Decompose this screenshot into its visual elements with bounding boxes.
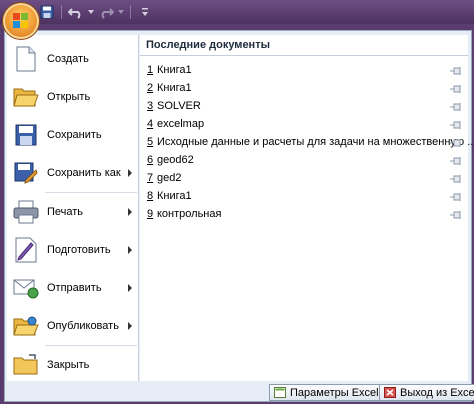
menu-item-label: Закрыть xyxy=(47,359,90,371)
excel-options-button[interactable]: Параметры Excel xyxy=(269,384,385,401)
printer-icon xyxy=(13,199,39,225)
recent-document-number: 8 xyxy=(147,190,154,202)
recent-document-item[interactable]: 2 Книга1 xyxy=(140,79,468,97)
recent-document-item[interactable]: 5 Исходные данные и расчеты для задачи на… xyxy=(140,133,474,151)
recent-document-number: 5 xyxy=(147,136,154,148)
recent-document-item[interactable]: 3 SOLVER xyxy=(140,97,468,115)
pin-icon[interactable] xyxy=(450,138,462,147)
menu-separator xyxy=(45,192,137,193)
pin-icon[interactable] xyxy=(450,102,462,111)
recent-document-name: ged2 xyxy=(157,172,182,184)
recent-document-number: 1 xyxy=(147,64,154,76)
office-menu: Создать Открыть Сохранить Сохранить как xyxy=(4,30,474,402)
title-bar xyxy=(0,0,474,24)
menu-item-label: Сохранить xyxy=(47,129,102,141)
send-icon xyxy=(13,275,39,301)
menu-item-save[interactable]: Сохранить xyxy=(7,117,138,153)
pin-icon[interactable] xyxy=(450,156,462,165)
recent-document-item[interactable]: 8 Книга1 xyxy=(140,187,468,205)
submenu-arrow-icon xyxy=(128,208,132,216)
pin-icon[interactable] xyxy=(450,84,462,93)
pin-icon[interactable] xyxy=(450,210,462,219)
submenu-arrow-icon xyxy=(128,284,132,292)
recent-document-number: 3 xyxy=(147,100,154,112)
menu-commands: Создать Открыть Сохранить Сохранить как xyxy=(7,35,139,381)
exit-excel-button[interactable]: Выход из Excel xyxy=(379,384,474,401)
menu-footer: Параметры Excel Выход из Excel xyxy=(5,383,474,401)
menu-item-label: Подготовить xyxy=(47,244,111,256)
prepare-icon xyxy=(13,237,39,263)
menu-item-label: Отправить xyxy=(47,282,102,294)
menu-item-label: Опубликовать xyxy=(47,320,119,332)
excel-options-label: Параметры Excel xyxy=(290,386,379,399)
recent-document-item[interactable]: 6 geod62 xyxy=(140,151,468,169)
office-button[interactable] xyxy=(2,2,40,40)
open-folder-icon xyxy=(13,84,39,110)
save-icon xyxy=(13,122,39,148)
menu-item-prepare[interactable]: Подготовить xyxy=(7,232,138,268)
submenu-arrow-icon xyxy=(128,246,132,254)
recent-documents-title: Последние документы xyxy=(146,39,270,51)
menu-item-print[interactable]: Печать xyxy=(7,194,138,230)
office-logo-icon xyxy=(13,13,28,28)
recent-document-number: 6 xyxy=(147,154,154,166)
menu-item-save-as[interactable]: Сохранить как xyxy=(7,155,138,191)
menu-item-label: Печать xyxy=(47,206,84,218)
save-as-icon xyxy=(13,160,39,186)
close-folder-icon xyxy=(13,352,39,378)
menu-item-publish[interactable]: Опубликовать xyxy=(7,308,138,344)
redo-dropdown-icon[interactable] xyxy=(117,3,125,21)
recent-document-name: Книга1 xyxy=(157,82,192,94)
customize-icon[interactable] xyxy=(136,3,154,21)
pin-icon[interactable] xyxy=(450,66,462,75)
menu-item-new[interactable]: Создать xyxy=(7,41,138,77)
menu-item-label: Открыть xyxy=(47,91,91,103)
menu-item-open[interactable]: Открыть xyxy=(7,79,138,115)
recent-document-name: geod62 xyxy=(157,154,194,166)
exit-icon xyxy=(384,387,396,398)
recent-document-name: Книга1 xyxy=(157,64,192,76)
pin-icon[interactable] xyxy=(450,120,462,129)
undo-dropdown-icon[interactable] xyxy=(87,3,95,21)
undo-icon[interactable] xyxy=(67,3,85,21)
recent-document-name: Книга1 xyxy=(157,190,192,202)
recent-documents-panel: Последние документы 1 Книга1 2 Книга1 3 SOLVE… xyxy=(140,35,474,381)
menu-item-label: Создать xyxy=(47,53,89,65)
submenu-arrow-icon xyxy=(128,169,132,177)
recent-document-item[interactable]: 1 Книга1 xyxy=(140,61,468,79)
pin-icon[interactable] xyxy=(450,174,462,183)
menu-item-send[interactable]: Отправить xyxy=(7,270,138,306)
redo-icon[interactable] xyxy=(97,3,115,21)
recent-document-name: SOLVER xyxy=(157,100,201,112)
recent-document-name: Исходные данные и расчеты для задачи на … xyxy=(157,136,474,148)
exit-excel-label: Выход из Excel xyxy=(400,386,474,399)
options-icon xyxy=(274,387,286,398)
toolbar-separator xyxy=(61,5,62,19)
recent-document-name: контрольная xyxy=(157,208,222,220)
pin-icon[interactable] xyxy=(450,192,462,201)
new-document-icon xyxy=(13,46,39,72)
submenu-arrow-icon xyxy=(128,322,132,330)
recent-documents-header: Последние документы xyxy=(140,35,468,56)
menu-item-close[interactable]: Закрыть xyxy=(7,347,138,383)
publish-icon xyxy=(13,313,39,339)
recent-document-number: 9 xyxy=(147,208,154,220)
recent-document-item[interactable]: 4 excelmap xyxy=(140,115,468,133)
recent-document-number: 4 xyxy=(147,118,154,130)
recent-document-item[interactable]: 7 ged2 xyxy=(140,169,468,187)
toolbar-separator xyxy=(130,5,131,19)
quick-access-toolbar xyxy=(38,2,154,22)
menu-item-label: Сохранить как xyxy=(47,167,121,179)
save-icon[interactable] xyxy=(38,3,56,21)
recent-document-name: excelmap xyxy=(157,118,205,130)
recent-document-number: 7 xyxy=(147,172,154,184)
recent-document-number: 2 xyxy=(147,82,154,94)
recent-document-item[interactable]: 9 контрольная xyxy=(140,205,468,223)
menu-separator xyxy=(45,345,137,346)
